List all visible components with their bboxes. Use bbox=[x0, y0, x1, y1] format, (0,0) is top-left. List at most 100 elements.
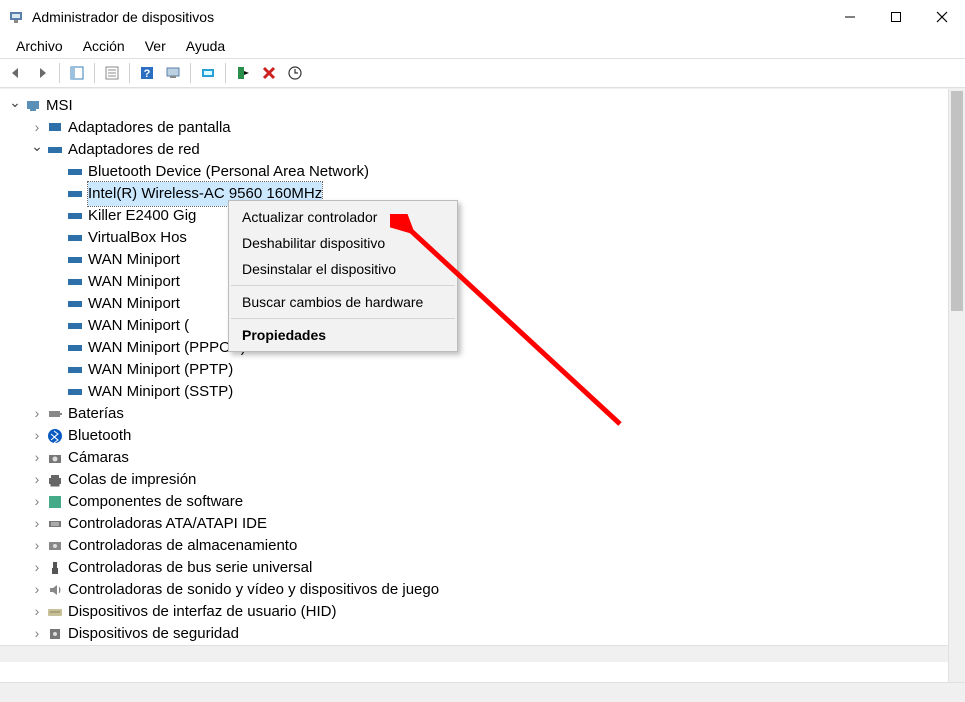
tree-category-software[interactable]: Componentes de software bbox=[8, 491, 965, 513]
window-controls bbox=[827, 0, 965, 34]
tree-item-wan-pptp[interactable]: WAN Miniport (PPTP) bbox=[8, 359, 965, 381]
expand-arrow-icon[interactable] bbox=[30, 495, 44, 509]
tree-category-storage[interactable]: Controladoras de almacenamiento bbox=[8, 535, 965, 557]
cm-scan-hardware[interactable]: Buscar cambios de hardware bbox=[230, 289, 456, 315]
expand-arrow-icon[interactable] bbox=[8, 99, 22, 113]
toolbar-separator bbox=[190, 63, 191, 83]
tree-item-vbox[interactable]: VirtualBox Hos bbox=[8, 227, 965, 249]
network-adapter-icon bbox=[66, 163, 84, 181]
tree-category-batteries[interactable]: Baterías bbox=[8, 403, 965, 425]
tree-item-wan2[interactable]: WAN Miniport bbox=[8, 271, 965, 293]
expand-arrow-icon[interactable] bbox=[30, 561, 44, 575]
camera-icon bbox=[46, 449, 64, 467]
display-adapter-icon bbox=[46, 119, 64, 137]
menu-file[interactable]: Archivo bbox=[6, 36, 73, 56]
menu-view[interactable]: Ver bbox=[135, 36, 176, 56]
expand-arrow-icon[interactable] bbox=[30, 605, 44, 619]
maximize-button[interactable] bbox=[873, 0, 919, 34]
expand-arrow-icon[interactable] bbox=[30, 517, 44, 531]
expand-arrow-icon[interactable] bbox=[30, 143, 44, 157]
context-menu: Actualizar controlador Deshabilitar disp… bbox=[228, 200, 458, 352]
tree-category-network[interactable]: Adaptadores de red bbox=[8, 139, 965, 161]
uninstall-button[interactable] bbox=[257, 61, 281, 85]
title-bar: Administrador de dispositivos bbox=[0, 0, 965, 34]
svg-text:?: ? bbox=[144, 68, 151, 80]
usb-icon bbox=[46, 559, 64, 577]
tree-category-ide[interactable]: Controladoras ATA/ATAPI IDE bbox=[8, 513, 965, 535]
disable-button[interactable] bbox=[231, 61, 255, 85]
cm-properties[interactable]: Propiedades bbox=[230, 322, 456, 348]
expand-arrow-icon[interactable] bbox=[30, 583, 44, 597]
tree-item-killer[interactable]: Killer E2400 Gig bbox=[8, 205, 965, 227]
vertical-scrollbar[interactable] bbox=[948, 89, 965, 682]
tree-label: Dispositivos de interfaz de usuario (HID… bbox=[68, 600, 336, 623]
tree-item-wan1[interactable]: WAN Miniport bbox=[8, 249, 965, 271]
network-adapter-icon bbox=[66, 185, 84, 203]
tree-item-wan3[interactable]: WAN Miniport bbox=[8, 293, 965, 315]
expand-arrow-icon[interactable] bbox=[30, 121, 44, 135]
tree-item-bt-pan[interactable]: Bluetooth Device (Personal Area Network) bbox=[8, 161, 965, 183]
network-adapter-icon bbox=[46, 141, 64, 159]
properties-button[interactable] bbox=[100, 61, 124, 85]
expand-arrow-icon[interactable] bbox=[30, 451, 44, 465]
expand-arrow-icon[interactable] bbox=[30, 627, 44, 641]
tree-label: Controladoras ATA/ATAPI IDE bbox=[68, 512, 267, 535]
tree-category-usb[interactable]: Controladoras de bus serie universal bbox=[8, 557, 965, 579]
help-button[interactable]: ? bbox=[135, 61, 159, 85]
tree-label: WAN Miniport bbox=[88, 292, 180, 315]
tree-label: Colas de impresión bbox=[68, 468, 196, 491]
network-adapter-icon bbox=[66, 207, 84, 225]
expand-arrow-icon[interactable] bbox=[30, 407, 44, 421]
tree-item-wan4[interactable]: WAN Miniport ( bbox=[8, 315, 965, 337]
tree-category-security[interactable]: Dispositivos de seguridad bbox=[8, 623, 965, 645]
tree-item-intel-wifi[interactable]: Intel(R) Wireless-AC 9560 160MHz bbox=[8, 183, 965, 205]
tree-label: WAN Miniport bbox=[88, 270, 180, 293]
tree-category-hid[interactable]: Dispositivos de interfaz de usuario (HID… bbox=[8, 601, 965, 623]
toolbar-separator bbox=[129, 63, 130, 83]
tree-label: Baterías bbox=[68, 402, 124, 425]
device-tree[interactable]: MSI Adaptadores de pantalla Adaptadores … bbox=[0, 89, 965, 645]
tree-category-bluetooth[interactable]: Bluetooth bbox=[8, 425, 965, 447]
cm-disable-device[interactable]: Deshabilitar dispositivo bbox=[230, 230, 456, 256]
expand-arrow-icon[interactable] bbox=[30, 539, 44, 553]
network-adapter-icon bbox=[66, 229, 84, 247]
printer-icon bbox=[46, 471, 64, 489]
hid-icon bbox=[46, 603, 64, 621]
minimize-button[interactable] bbox=[827, 0, 873, 34]
scan-hardware-button[interactable] bbox=[161, 61, 185, 85]
cm-update-driver[interactable]: Actualizar controlador bbox=[230, 204, 456, 230]
toolbar: ? bbox=[0, 58, 965, 88]
toolbar-separator bbox=[59, 63, 60, 83]
back-button[interactable] bbox=[4, 61, 28, 85]
tree-label: MSI bbox=[46, 94, 73, 117]
menu-help[interactable]: Ayuda bbox=[176, 36, 235, 56]
tree-category-cameras[interactable]: Cámaras bbox=[8, 447, 965, 469]
toolbar-separator bbox=[225, 63, 226, 83]
scrollbar-thumb[interactable] bbox=[951, 91, 963, 311]
expand-arrow-icon[interactable] bbox=[30, 473, 44, 487]
ide-icon bbox=[46, 515, 64, 533]
tree-label: WAN Miniport (PPPOE) bbox=[88, 336, 246, 359]
tree-item-wan-sstp[interactable]: WAN Miniport (SSTP) bbox=[8, 381, 965, 403]
bluetooth-icon bbox=[46, 427, 64, 445]
horizontal-scrollbar[interactable] bbox=[0, 645, 948, 662]
tree-category-print-queues[interactable]: Colas de impresión bbox=[8, 469, 965, 491]
battery-icon bbox=[46, 405, 64, 423]
app-icon bbox=[8, 9, 24, 25]
expand-arrow-icon[interactable] bbox=[30, 429, 44, 443]
menu-action[interactable]: Acción bbox=[73, 36, 135, 56]
scan-changes-button[interactable] bbox=[283, 61, 307, 85]
update-driver-button[interactable] bbox=[196, 61, 220, 85]
tree-root[interactable]: MSI bbox=[8, 95, 965, 117]
cm-uninstall-device[interactable]: Desinstalar el dispositivo bbox=[230, 256, 456, 282]
tree-label: Controladoras de bus serie universal bbox=[68, 556, 312, 579]
tree-category-display[interactable]: Adaptadores de pantalla bbox=[8, 117, 965, 139]
network-adapter-icon bbox=[66, 361, 84, 379]
show-hide-tree-button[interactable] bbox=[65, 61, 89, 85]
tree-label: Componentes de software bbox=[68, 490, 243, 513]
tree-item-wan-pppoe[interactable]: WAN Miniport (PPPOE) bbox=[8, 337, 965, 359]
tree-category-sound[interactable]: Controladoras de sonido y vídeo y dispos… bbox=[8, 579, 965, 601]
close-button[interactable] bbox=[919, 0, 965, 34]
network-adapter-icon bbox=[66, 295, 84, 313]
forward-button[interactable] bbox=[30, 61, 54, 85]
